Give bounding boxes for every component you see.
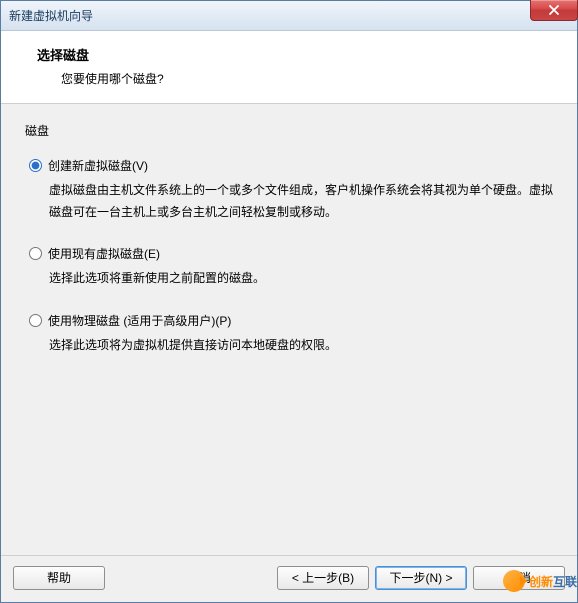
disk-radio-group: 创建新虚拟磁盘(V) 虚拟磁盘由主机文件系统上的一个或多个文件组成，客户机操作系…: [25, 157, 553, 356]
section-label: 磁盘: [25, 122, 553, 139]
close-icon: [548, 5, 560, 15]
radio-physical-disk[interactable]: 使用物理磁盘 (适用于高级用户)(P): [29, 312, 553, 329]
radio-desc: 虚拟磁盘由主机文件系统上的一个或多个文件组成，客户机操作系统会将其视为单个硬盘。…: [29, 180, 553, 223]
radio-label: 创建新虚拟磁盘(V): [48, 157, 148, 174]
radio-label: 使用现有虚拟磁盘(E): [48, 245, 160, 262]
close-button[interactable]: [530, 0, 578, 21]
radio-desc: 选择此选项将为虚拟机提供直接访问本地硬盘的权限。: [29, 335, 553, 357]
help-button[interactable]: 帮助: [13, 566, 105, 590]
option-physical-disk: 使用物理磁盘 (适用于高级用户)(P) 选择此选项将为虚拟机提供直接访问本地硬盘…: [29, 312, 553, 357]
radio-existing-disk[interactable]: 使用现有虚拟磁盘(E): [29, 245, 553, 262]
next-button[interactable]: 下一步(N) >: [375, 566, 467, 590]
page-subtitle: 您要使用哪个磁盘?: [37, 70, 553, 87]
radio-input-physical[interactable]: [29, 314, 42, 327]
back-button[interactable]: < 上一步(B): [277, 566, 369, 590]
option-create-new-disk: 创建新虚拟磁盘(V) 虚拟磁盘由主机文件系统上的一个或多个文件组成，客户机操作系…: [29, 157, 553, 223]
wizard-window: 新建虚拟机向导 选择磁盘 您要使用哪个磁盘? 磁盘 创建新虚拟磁盘(V) 虚拟磁…: [0, 0, 578, 603]
radio-input-existing[interactable]: [29, 247, 42, 260]
page-title: 选择磁盘: [37, 45, 553, 64]
radio-input-create[interactable]: [29, 159, 42, 172]
titlebar: 新建虚拟机向导: [1, 1, 577, 31]
radio-desc: 选择此选项将重新使用之前配置的磁盘。: [29, 268, 553, 290]
header-panel: 选择磁盘 您要使用哪个磁盘?: [1, 31, 577, 104]
option-existing-disk: 使用现有虚拟磁盘(E) 选择此选项将重新使用之前配置的磁盘。: [29, 245, 553, 290]
footer: 帮助 < 上一步(B) 下一步(N) > 取消 创新互联: [1, 555, 577, 602]
content-area: 磁盘 创建新虚拟磁盘(V) 虚拟磁盘由主机文件系统上的一个或多个文件组成，客户机…: [1, 104, 577, 555]
radio-create-new-disk[interactable]: 创建新虚拟磁盘(V): [29, 157, 553, 174]
radio-label: 使用物理磁盘 (适用于高级用户)(P): [48, 312, 231, 329]
window-title: 新建虚拟机向导: [9, 7, 93, 24]
cancel-button[interactable]: 取消: [473, 566, 565, 590]
